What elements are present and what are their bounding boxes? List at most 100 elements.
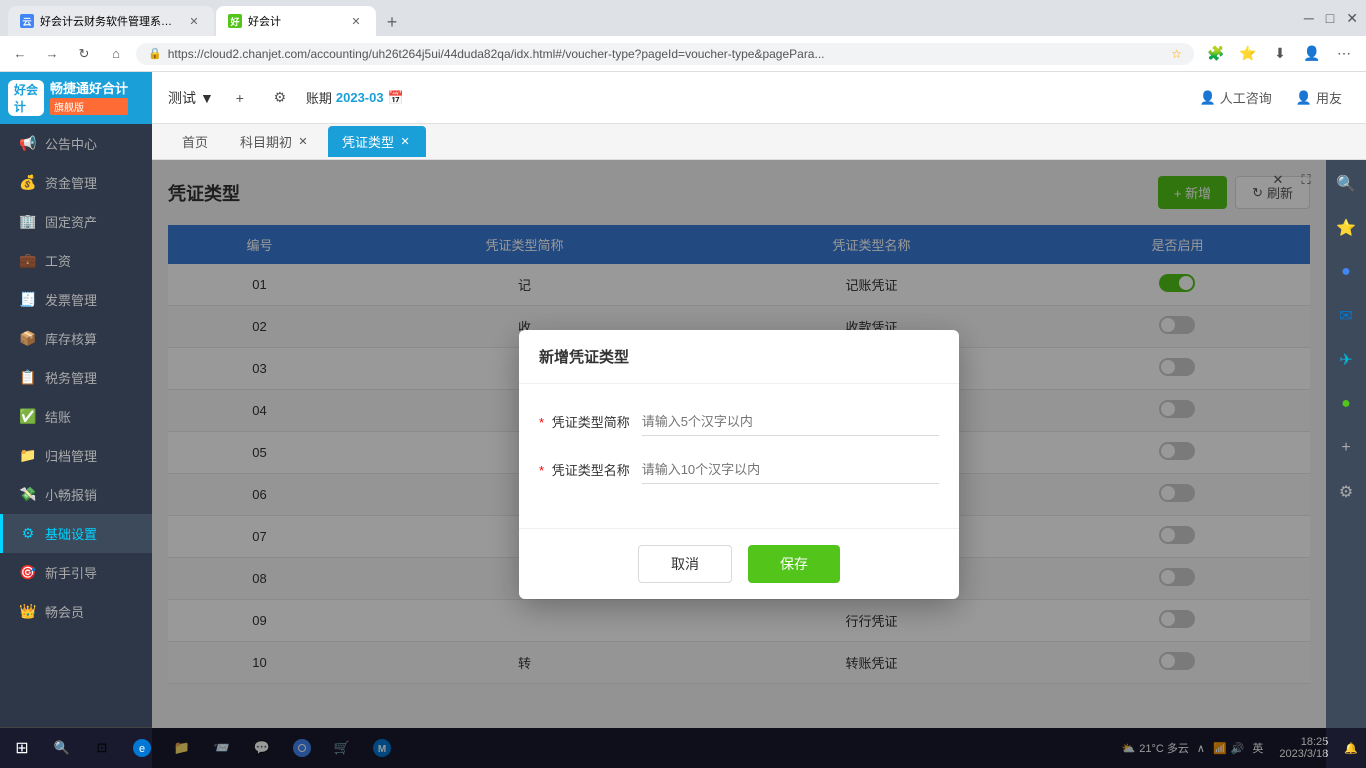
- browser-tabs: 云 好会计云财务软件管理系统_会计 ✕ 好 好会计 ✕ +: [8, 0, 1300, 36]
- rp-settings-icon[interactable]: ⚙: [1330, 476, 1362, 508]
- logo-icon: 好会计: [8, 80, 44, 116]
- modal-title: 新增凭证类型: [519, 330, 959, 384]
- sidebar-item-tax[interactable]: 📋 税务管理: [0, 358, 152, 397]
- sidebar-item-assets[interactable]: 🏢 固定资产: [0, 202, 152, 241]
- name-required: *: [539, 463, 544, 478]
- lock-icon: 🔒: [148, 47, 162, 60]
- sidebar-item-capital[interactable]: 💰 资金管理: [0, 163, 152, 202]
- sidebar-item-notice[interactable]: 📢 公告中心: [0, 124, 152, 163]
- capital-icon: 💰: [19, 174, 37, 192]
- salary-icon: 💼: [19, 252, 37, 270]
- tab-close-2[interactable]: ✕: [348, 13, 364, 29]
- logo-text: 畅捷通好合计: [50, 81, 128, 98]
- tab-subjects[interactable]: 科目期初 ✕: [226, 126, 324, 157]
- tab-favicon-1: 云: [20, 14, 34, 28]
- tab-voucher-label: 凭证类型: [342, 132, 394, 151]
- sidebar-item-settle[interactable]: ✅ 结账: [0, 397, 152, 436]
- address-star[interactable]: ☆: [1171, 47, 1182, 61]
- bookmark-icon[interactable]: ⭐: [1234, 40, 1262, 68]
- more-icon[interactable]: ⋯: [1330, 40, 1358, 68]
- tab-voucher-type[interactable]: 凭证类型 ✕: [328, 126, 426, 157]
- workspace-name: 测试: [168, 88, 196, 108]
- taskbar-notification[interactable]: 🔔: [1340, 742, 1362, 755]
- member-icon: 👑: [19, 603, 37, 621]
- app-header: 测试 ▼ + ⚙ 账期 2023-03 📅 👤 人工咨询 👤 用友: [152, 72, 1366, 124]
- taskbar-search[interactable]: 🔍: [44, 730, 80, 766]
- sidebar-label-tax: 税务管理: [45, 368, 97, 387]
- main-content: 测试 ▼ + ⚙ 账期 2023-03 📅 👤 人工咨询 👤 用友: [152, 72, 1366, 768]
- browser-titlebar: 云 好会计云财务软件管理系统_会计 ✕ 好 好会计 ✕ + ─ □ ✕: [0, 0, 1366, 36]
- sidebar-label-settle: 结账: [45, 407, 71, 426]
- sidebar-label-settings: 基础设置: [45, 524, 97, 543]
- home-button[interactable]: ⌂: [104, 42, 128, 66]
- new-tab-button[interactable]: +: [378, 8, 406, 36]
- back-button[interactable]: ←: [8, 42, 32, 66]
- save-button[interactable]: 保存: [748, 545, 840, 583]
- address-bar: ← → ↻ ⌂ 🔒 https://cloud2.chanjet.com/acc…: [0, 36, 1366, 72]
- period-label: 账期: [306, 88, 332, 107]
- rp-green-icon[interactable]: ●: [1330, 388, 1362, 420]
- logo-badge: 旗舰版: [50, 98, 128, 115]
- close-button[interactable]: ✕: [1346, 10, 1358, 27]
- sidebar-item-settings[interactable]: ⚙ 基础设置: [0, 514, 152, 553]
- name-form-row: * 凭证类型名称: [539, 456, 939, 484]
- page-area: ✕ ⛶ 凭证类型 + 新增 ↻ 刷新: [152, 160, 1366, 768]
- profile-icon[interactable]: 👤: [1298, 40, 1326, 68]
- rp-outlook-icon[interactable]: ✉: [1330, 300, 1362, 332]
- sidebar-label-inventory: 库存核算: [45, 329, 97, 348]
- browser-tab-1[interactable]: 云 好会计云财务软件管理系统_会计 ✕: [8, 6, 214, 36]
- workspace-settings-icon[interactable]: ⚙: [266, 84, 294, 112]
- calendar-icon[interactable]: 📅: [388, 90, 404, 106]
- sidebar-logo: 好会计 畅捷通好合计 旗舰版: [0, 72, 152, 124]
- rp-circle-icon[interactable]: ●: [1330, 256, 1362, 288]
- rp-send-icon[interactable]: ✈: [1330, 344, 1362, 376]
- sidebar-item-member[interactable]: 👑 畅会员: [0, 592, 152, 631]
- settle-icon: ✅: [19, 408, 37, 426]
- add-workspace-button[interactable]: +: [226, 84, 254, 112]
- address-box[interactable]: 🔒 https://cloud2.chanjet.com/accounting/…: [136, 43, 1194, 65]
- sidebar-label-guide: 新手引导: [45, 563, 97, 582]
- sidebar: 好会计 畅捷通好合计 旗舰版 📢 公告中心 💰 资金管理 🏢 固定资产 💼 工资: [0, 72, 152, 768]
- sidebar-item-archive[interactable]: 📁 归档管理: [0, 436, 152, 475]
- name-label: * 凭证类型名称: [539, 460, 630, 479]
- refresh-browser-button[interactable]: ↻: [72, 42, 96, 66]
- name-input[interactable]: [642, 456, 939, 484]
- sidebar-label-member: 畅会员: [45, 602, 84, 621]
- maximize-button[interactable]: □: [1326, 10, 1334, 26]
- sidebar-label-invoice: 发票管理: [45, 290, 97, 309]
- sidebar-item-salary[interactable]: 💼 工资: [0, 241, 152, 280]
- sidebar-item-inventory[interactable]: 📦 库存核算: [0, 319, 152, 358]
- sidebar-item-expense[interactable]: 💸 小畅报销: [0, 475, 152, 514]
- tabs-bar: 首页 科目期初 ✕ 凭证类型 ✕: [152, 124, 1366, 160]
- browser-toolbar-icons: 🧩 ⭐ ⬇ 👤 ⋯: [1202, 40, 1358, 68]
- header-actions: 👤 人工咨询 👤 用友: [1192, 84, 1350, 111]
- browser-tab-2[interactable]: 好 好会计 ✕: [216, 6, 376, 36]
- download-icon[interactable]: ⬇: [1266, 40, 1294, 68]
- tab-close-1[interactable]: ✕: [186, 13, 202, 29]
- tab-voucher-close[interactable]: ✕: [398, 135, 412, 149]
- tax-icon: 📋: [19, 369, 37, 387]
- rp-search-icon[interactable]: 🔍: [1330, 168, 1362, 200]
- notice-icon: 📢: [19, 135, 37, 153]
- start-button[interactable]: ⊞: [4, 730, 40, 766]
- address-text: https://cloud2.chanjet.com/accounting/uh…: [168, 47, 1166, 61]
- user-button[interactable]: 👤 用友: [1288, 84, 1350, 111]
- cancel-button[interactable]: 取消: [638, 545, 732, 583]
- extensions-icon[interactable]: 🧩: [1202, 40, 1230, 68]
- forward-button[interactable]: →: [40, 42, 64, 66]
- workspace-selector[interactable]: 测试 ▼: [168, 88, 214, 108]
- right-panel: 🔍 ⭐ ● ✉ ✈ ● + ⚙: [1326, 160, 1366, 768]
- rp-star-icon[interactable]: ⭐: [1330, 212, 1362, 244]
- sidebar-item-invoice[interactable]: 🧾 发票管理: [0, 280, 152, 319]
- rp-add-icon[interactable]: +: [1330, 432, 1362, 464]
- tab-home[interactable]: 首页: [168, 126, 222, 157]
- minimize-button[interactable]: ─: [1304, 10, 1314, 26]
- abbr-input[interactable]: [642, 408, 939, 436]
- tab-subjects-close[interactable]: ✕: [296, 135, 310, 149]
- consult-button[interactable]: 👤 人工咨询: [1192, 84, 1280, 111]
- consult-label: 人工咨询: [1220, 88, 1272, 107]
- taskbar-taskview[interactable]: ⊡: [84, 730, 120, 766]
- modal-footer: 取消 保存: [519, 528, 959, 599]
- invoice-icon: 🧾: [19, 291, 37, 309]
- sidebar-item-guide[interactable]: 🎯 新手引导: [0, 553, 152, 592]
